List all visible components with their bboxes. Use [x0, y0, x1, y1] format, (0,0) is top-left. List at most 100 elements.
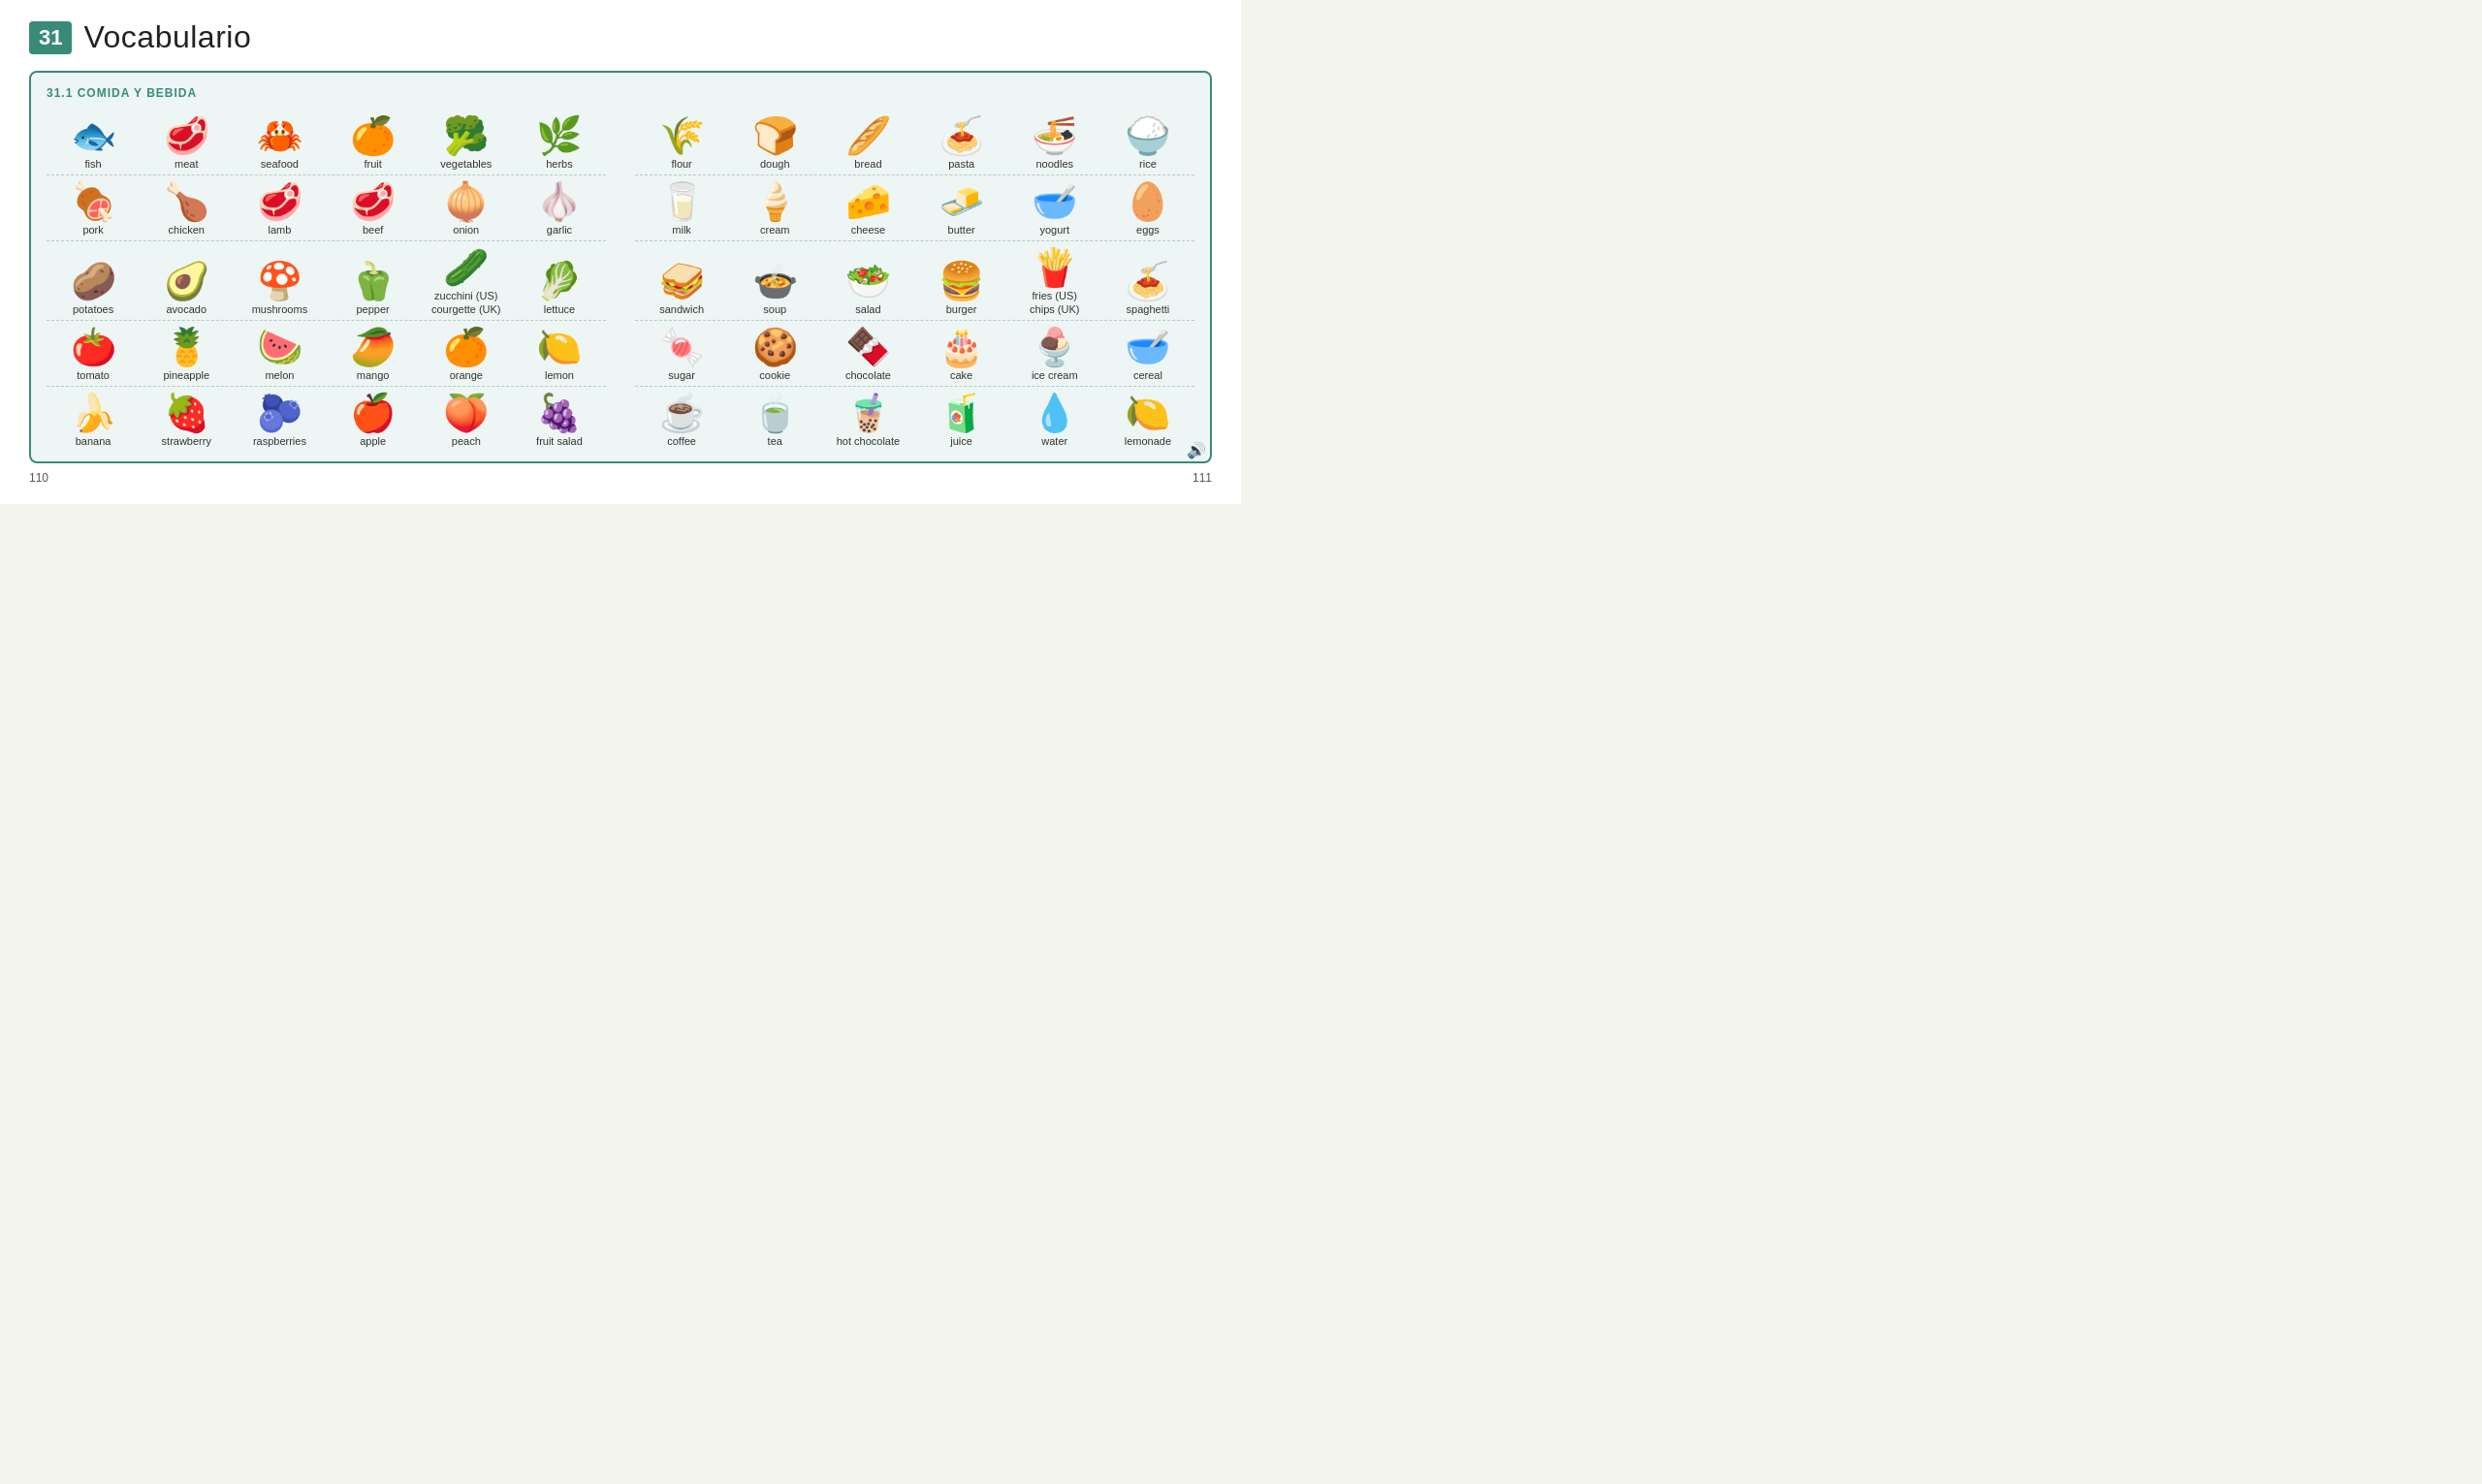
right-row-0: 🌾flour🍞dough🥖bread🍝pasta🍜noodles🍚rice — [635, 110, 1194, 175]
vocab-item-left-1-4: 🧅 onion — [420, 183, 513, 237]
food-icon-right-0-3: 🍝 — [939, 117, 984, 154]
vocab-item-right-1-4: 🥣yogurt — [1008, 183, 1101, 237]
food-icon-right-2-0: 🥪 — [659, 263, 705, 300]
food-label-right-1-3: butter — [948, 224, 975, 237]
food-icon-right-1-3: 🧈 — [939, 183, 984, 220]
right-row-4: ☕coffee🍵tea🧋hot chocolate🧃juice💧water🍋le… — [635, 387, 1194, 452]
vocab-item-right-1-2: 🧀cheese — [821, 183, 914, 237]
food-label-left-0-5: herbs — [546, 158, 573, 171]
vocab-item-right-3-4: 🍨ice cream — [1008, 329, 1101, 382]
vocab-item-left-2-2: 🍄mushrooms — [233, 263, 326, 316]
left-row-4: 🍌banana🍓strawberry🫐raspberries🍎apple🍑pea… — [47, 387, 606, 452]
food-label-left-0-2: seafood — [261, 158, 299, 171]
vocab-item-left-4-2: 🫐 raspberries — [233, 395, 326, 448]
food-icon-right-4-3: 🧃 — [939, 395, 984, 431]
food-label-right-0-0: flour — [671, 158, 691, 171]
left-column: 🐟fish🥩meat🦀seafood🍊fruit🥦vegetables🌿herb… — [47, 110, 606, 452]
food-icon-left-3-2: 🍉 — [257, 329, 302, 365]
food-icon-left-4-5: 🍇 — [536, 395, 582, 431]
food-icon-left-1-3: 🥩 — [350, 183, 396, 220]
food-icon-right-1-4: 🥣 — [1032, 183, 1077, 220]
food-icon-right-2-5: 🍝 — [1125, 263, 1170, 300]
food-icon-left-1-4: 🧅 — [443, 183, 489, 220]
vocab-item-right-0-2: 🥖bread — [821, 117, 914, 171]
food-icon-left-4-2: 🫐 — [257, 395, 302, 431]
vocab-item-left-3-3: 🥭 mango — [327, 329, 420, 382]
vocab-item-left-0-1: 🥩meat — [140, 117, 233, 171]
vocab-item-right-4-5: 🍋lemonade — [1101, 395, 1194, 448]
food-label-left-0-0: fish — [85, 158, 102, 171]
left-row-0: 🐟fish🥩meat🦀seafood🍊fruit🥦vegetables🌿herb… — [47, 110, 606, 175]
food-icon-right-3-3: 🎂 — [939, 329, 984, 365]
vocab-item-left-0-5: 🌿herbs — [513, 117, 606, 171]
food-label-right-2-5: spaghetti — [1127, 303, 1170, 316]
page-header: 31 Vocabulario — [29, 19, 1212, 55]
food-icon-left-1-5: 🧄 — [536, 183, 582, 220]
vocab-item-right-3-0: 🍬sugar — [635, 329, 728, 382]
food-label-left-0-1: meat — [175, 158, 198, 171]
food-label-left-3-5: lemon — [545, 369, 574, 382]
food-label-left-1-3: beef — [363, 224, 383, 237]
food-icon-right-4-2: 🧋 — [845, 395, 891, 431]
vocab-item-right-3-5: 🥣cereal — [1101, 329, 1194, 382]
food-icon-right-2-3: 🍔 — [939, 263, 984, 300]
food-label-right-0-1: dough — [760, 158, 790, 171]
vocab-item-left-2-1: 🥑avocado — [140, 263, 233, 316]
vocab-item-left-4-5: 🍇fruit salad — [513, 395, 606, 448]
right-column: 🌾flour🍞dough🥖bread🍝pasta🍜noodles🍚rice🥛mi… — [635, 110, 1194, 452]
footer-right: 111 — [1193, 471, 1212, 485]
vocab-item-left-2-5: 🥬lettuce — [513, 263, 606, 316]
food-label-right-3-2: chocolate — [845, 369, 891, 382]
food-label-right-3-0: sugar — [668, 369, 695, 382]
vocab-item-right-2-3: 🍔burger — [915, 263, 1008, 316]
food-icon-left-0-4: 🥦 — [443, 117, 489, 154]
food-icon-left-2-1: 🥑 — [164, 263, 209, 300]
vocab-item-right-3-1: 🍪cookie — [728, 329, 821, 382]
food-icon-left-3-3: 🥭 — [350, 329, 396, 365]
food-icon-right-1-1: 🍦 — [752, 183, 798, 220]
vocab-item-left-1-5: 🧄garlic — [513, 183, 606, 237]
vocab-item-right-0-1: 🍞 dough — [728, 117, 821, 171]
vocab-item-right-2-4: 🍟fries (US) chips (UK) — [1008, 249, 1101, 315]
vocab-box: 31.1 COMIDA Y BEBIDA 🐟fish🥩meat🦀seafood🍊… — [29, 71, 1212, 463]
food-label-left-2-4: zucchini (US) courgette (UK) — [431, 290, 501, 315]
vocab-item-left-3-2: 🍉melon — [233, 329, 326, 382]
food-icon-right-0-5: 🍚 — [1125, 117, 1170, 154]
food-label-right-1-0: milk — [672, 224, 691, 237]
food-icon-left-3-4: 🍊 — [443, 329, 489, 365]
vocab-item-right-4-1: 🍵tea — [728, 395, 821, 448]
vocab-item-left-3-4: 🍊orange — [420, 329, 513, 382]
vocab-item-left-1-3: 🥩 beef — [327, 183, 420, 237]
page: 31 Vocabulario 31.1 COMIDA Y BEBIDA 🐟fis… — [0, 0, 1241, 504]
speaker-icon[interactable]: 🔊 — [1187, 441, 1206, 459]
food-label-left-3-1: pineapple — [163, 369, 209, 382]
food-label-right-3-3: cake — [950, 369, 972, 382]
food-icon-right-0-1: 🍞 — [752, 117, 798, 154]
food-label-left-4-2: raspberries — [253, 435, 306, 448]
food-label-left-1-4: onion — [453, 224, 479, 237]
page-title: Vocabulario — [83, 19, 251, 55]
food-icon-left-3-1: 🍍 — [164, 329, 209, 365]
food-icon-right-2-2: 🥗 — [845, 263, 891, 300]
food-icon-right-0-2: 🥖 — [845, 117, 891, 154]
food-label-left-0-4: vegetables — [440, 158, 492, 171]
section-label: 31.1 COMIDA Y BEBIDA — [47, 86, 1194, 100]
vocab-item-left-0-3: 🍊fruit — [327, 117, 420, 171]
food-label-right-4-5: lemonade — [1125, 435, 1171, 448]
food-icon-left-2-3: 🫑 — [350, 263, 396, 300]
vocab-item-left-0-0: 🐟fish — [47, 117, 140, 171]
vocab-item-right-4-4: 💧water — [1008, 395, 1101, 448]
food-label-left-1-1: chicken — [169, 224, 205, 237]
vocab-item-right-1-5: 🥚eggs — [1101, 183, 1194, 237]
food-icon-right-1-2: 🧀 — [845, 183, 891, 220]
food-label-right-0-5: rice — [1139, 158, 1157, 171]
vocab-item-right-4-0: ☕coffee — [635, 395, 728, 448]
food-icon-left-3-5: 🍋 — [536, 329, 582, 365]
vocab-item-right-2-5: 🍝 spaghetti — [1101, 263, 1194, 316]
food-label-left-1-2: lamb — [269, 224, 292, 237]
food-icon-left-1-0: 🍖 — [71, 183, 116, 220]
food-icon-left-4-4: 🍑 — [443, 395, 489, 431]
food-label-right-4-2: hot chocolate — [837, 435, 900, 448]
food-label-right-2-0: sandwich — [659, 303, 704, 316]
food-label-left-3-3: mango — [357, 369, 390, 382]
